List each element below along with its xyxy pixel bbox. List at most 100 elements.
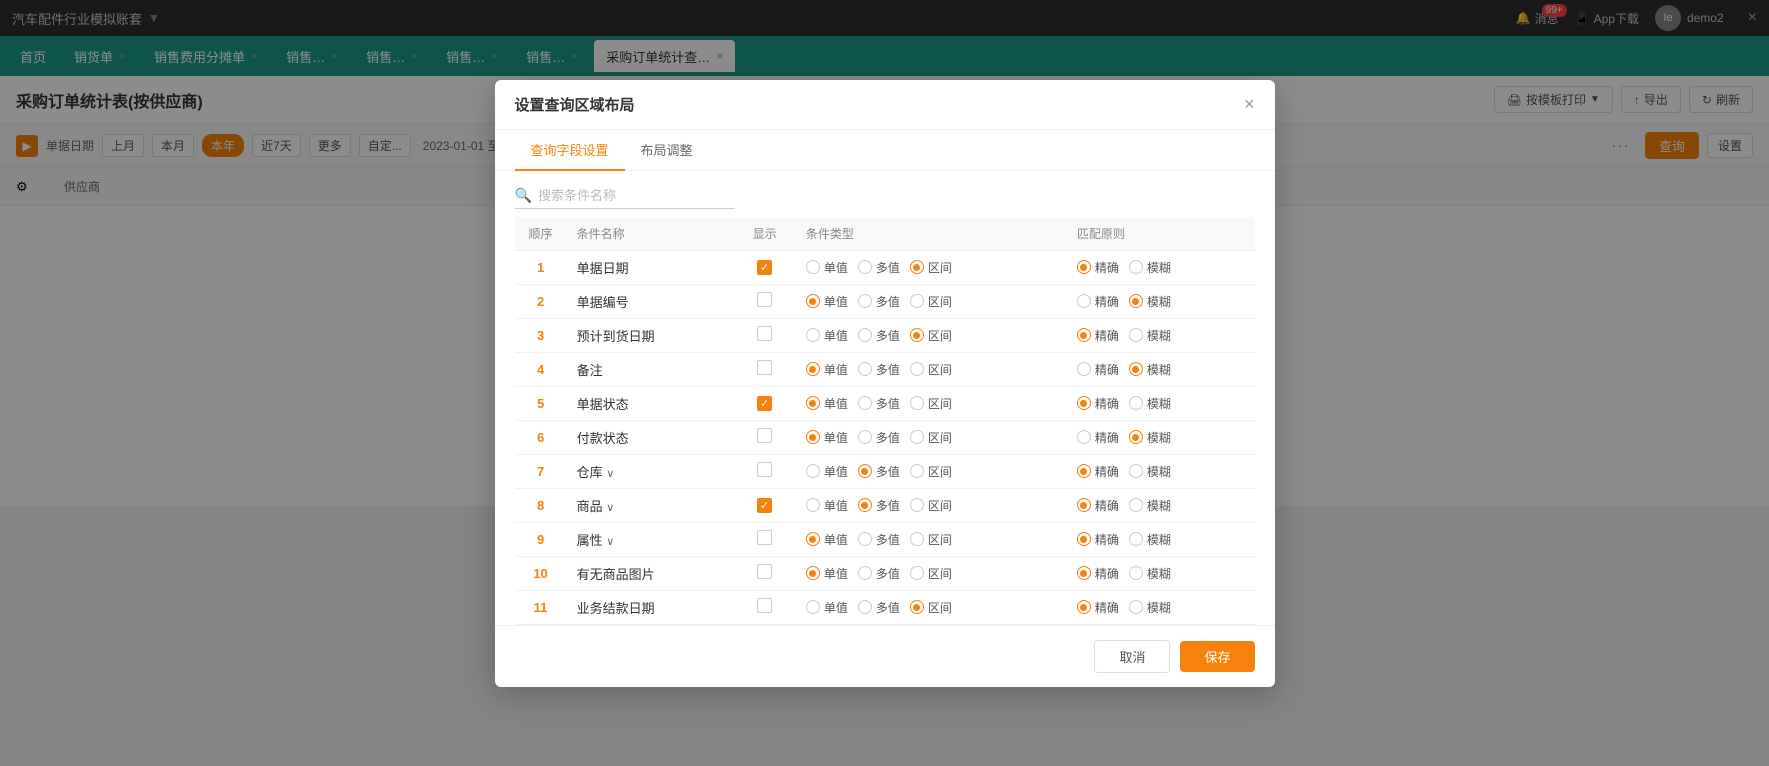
- radio-item-单值[interactable]: 单值: [806, 327, 848, 344]
- radio-item-模糊[interactable]: 模糊: [1129, 599, 1171, 616]
- radio-item-模糊[interactable]: 模糊: [1129, 259, 1171, 276]
- radio-item-多值[interactable]: 多值: [858, 599, 900, 616]
- row-order: 1: [515, 250, 567, 284]
- radio-item-单值[interactable]: 单值: [806, 361, 848, 378]
- radio-item-精确[interactable]: 精确: [1077, 293, 1119, 310]
- row-display-checkbox[interactable]: [733, 284, 796, 318]
- row-display-checkbox[interactable]: [733, 420, 796, 454]
- row-display-checkbox[interactable]: [733, 590, 796, 624]
- radio-item-模糊[interactable]: 模糊: [1129, 497, 1171, 514]
- row-display-checkbox[interactable]: [733, 556, 796, 590]
- radio-item-模糊[interactable]: 模糊: [1129, 429, 1171, 446]
- radio-item-多值[interactable]: 多值: [858, 395, 900, 412]
- row-order: 2: [515, 284, 567, 318]
- radio-item-区间[interactable]: 区间: [910, 565, 952, 582]
- modal-tab-layout-adjust[interactable]: 布局调整: [625, 130, 709, 171]
- radio-item-模糊[interactable]: 模糊: [1129, 395, 1171, 412]
- row-display-checkbox[interactable]: [733, 386, 796, 420]
- dropdown-icon[interactable]: ∨: [606, 536, 614, 548]
- dropdown-icon[interactable]: ∨: [606, 468, 614, 480]
- modal-table-wrap: 顺序 条件名称 显示 条件类型 匹配原则 1单据日期单值多值区间精确模糊2单据编…: [495, 217, 1275, 625]
- radio-item-单值[interactable]: 单值: [806, 429, 848, 446]
- radio-item-单值[interactable]: 单值: [806, 565, 848, 582]
- row-order: 5: [515, 386, 567, 420]
- radio-item-精确[interactable]: 精确: [1077, 259, 1119, 276]
- row-display-checkbox[interactable]: [733, 318, 796, 352]
- radio-item-区间[interactable]: 区间: [910, 531, 952, 548]
- row-type: 单值多值区间: [796, 318, 1067, 352]
- radio-item-模糊[interactable]: 模糊: [1129, 463, 1171, 480]
- radio-item-模糊[interactable]: 模糊: [1129, 293, 1171, 310]
- radio-item-多值[interactable]: 多值: [858, 429, 900, 446]
- search-wrap: 🔍: [515, 183, 735, 209]
- modal-tab-field-settings[interactable]: 查询字段设置: [515, 130, 625, 171]
- radio-item-多值[interactable]: 多值: [858, 463, 900, 480]
- radio-item-多值[interactable]: 多值: [858, 293, 900, 310]
- row-display-checkbox[interactable]: [733, 488, 796, 522]
- row-display-checkbox[interactable]: [733, 454, 796, 488]
- row-name: 单据日期: [567, 250, 734, 284]
- save-button[interactable]: 保存: [1180, 641, 1254, 672]
- radio-item-区间[interactable]: 区间: [910, 599, 952, 616]
- radio-item-单值[interactable]: 单值: [806, 599, 848, 616]
- row-match: 精确模糊: [1067, 386, 1255, 420]
- radio-item-单值[interactable]: 单值: [806, 259, 848, 276]
- radio-item-多值[interactable]: 多值: [858, 327, 900, 344]
- radio-item-精确[interactable]: 精确: [1077, 429, 1119, 446]
- row-display-checkbox[interactable]: [733, 352, 796, 386]
- modal-close-button[interactable]: ×: [1244, 95, 1255, 113]
- modal-overlay: 设置查询区域布局 × 查询字段设置 布局调整 🔍 顺序 条件名称 显示: [0, 0, 1769, 766]
- row-match: 精确模糊: [1067, 284, 1255, 318]
- col-type: 条件类型: [796, 217, 1067, 251]
- radio-item-多值[interactable]: 多值: [858, 565, 900, 582]
- radio-item-单值[interactable]: 单值: [806, 395, 848, 412]
- radio-item-区间[interactable]: 区间: [910, 327, 952, 344]
- radio-item-单值[interactable]: 单值: [806, 463, 848, 480]
- radio-item-区间[interactable]: 区间: [910, 463, 952, 480]
- radio-item-多值[interactable]: 多值: [858, 259, 900, 276]
- radio-item-多值[interactable]: 多值: [858, 497, 900, 514]
- radio-item-精确[interactable]: 精确: [1077, 531, 1119, 548]
- row-order: 3: [515, 318, 567, 352]
- row-order: 4: [515, 352, 567, 386]
- row-name: 商品 ∨: [567, 488, 734, 522]
- radio-item-精确[interactable]: 精确: [1077, 395, 1119, 412]
- dropdown-icon[interactable]: ∨: [606, 502, 614, 514]
- radio-item-精确[interactable]: 精确: [1077, 327, 1119, 344]
- col-display: 显示: [733, 217, 796, 251]
- cancel-button[interactable]: 取消: [1094, 640, 1170, 673]
- radio-item-精确[interactable]: 精确: [1077, 497, 1119, 514]
- row-match: 精确模糊: [1067, 488, 1255, 522]
- radio-item-精确[interactable]: 精确: [1077, 463, 1119, 480]
- radio-item-模糊[interactable]: 模糊: [1129, 327, 1171, 344]
- radio-item-精确[interactable]: 精确: [1077, 361, 1119, 378]
- table-row: 9属性 ∨单值多值区间精确模糊: [515, 522, 1255, 556]
- modal-tabs: 查询字段设置 布局调整: [495, 130, 1275, 171]
- modal-search-area: 🔍: [495, 171, 1275, 217]
- radio-item-多值[interactable]: 多值: [858, 361, 900, 378]
- radio-item-区间[interactable]: 区间: [910, 259, 952, 276]
- radio-item-区间[interactable]: 区间: [910, 395, 952, 412]
- radio-item-精确[interactable]: 精确: [1077, 599, 1119, 616]
- radio-item-精确[interactable]: 精确: [1077, 565, 1119, 582]
- radio-item-模糊[interactable]: 模糊: [1129, 531, 1171, 548]
- row-match: 精确模糊: [1067, 454, 1255, 488]
- row-name: 有无商品图片: [567, 556, 734, 590]
- radio-item-单值[interactable]: 单值: [806, 497, 848, 514]
- row-order: 6: [515, 420, 567, 454]
- radio-item-区间[interactable]: 区间: [910, 293, 952, 310]
- search-input[interactable]: [538, 188, 718, 203]
- radio-item-多值[interactable]: 多值: [858, 531, 900, 548]
- row-display-checkbox[interactable]: [733, 250, 796, 284]
- modal-table: 顺序 条件名称 显示 条件类型 匹配原则 1单据日期单值多值区间精确模糊2单据编…: [515, 217, 1255, 625]
- radio-item-单值[interactable]: 单值: [806, 531, 848, 548]
- radio-item-单值[interactable]: 单值: [806, 293, 848, 310]
- radio-item-模糊[interactable]: 模糊: [1129, 565, 1171, 582]
- radio-item-区间[interactable]: 区间: [910, 497, 952, 514]
- table-row: 11业务结款日期单值多值区间精确模糊: [515, 590, 1255, 624]
- radio-item-区间[interactable]: 区间: [910, 361, 952, 378]
- radio-item-模糊[interactable]: 模糊: [1129, 361, 1171, 378]
- table-row: 8商品 ∨单值多值区间精确模糊: [515, 488, 1255, 522]
- radio-item-区间[interactable]: 区间: [910, 429, 952, 446]
- row-display-checkbox[interactable]: [733, 522, 796, 556]
